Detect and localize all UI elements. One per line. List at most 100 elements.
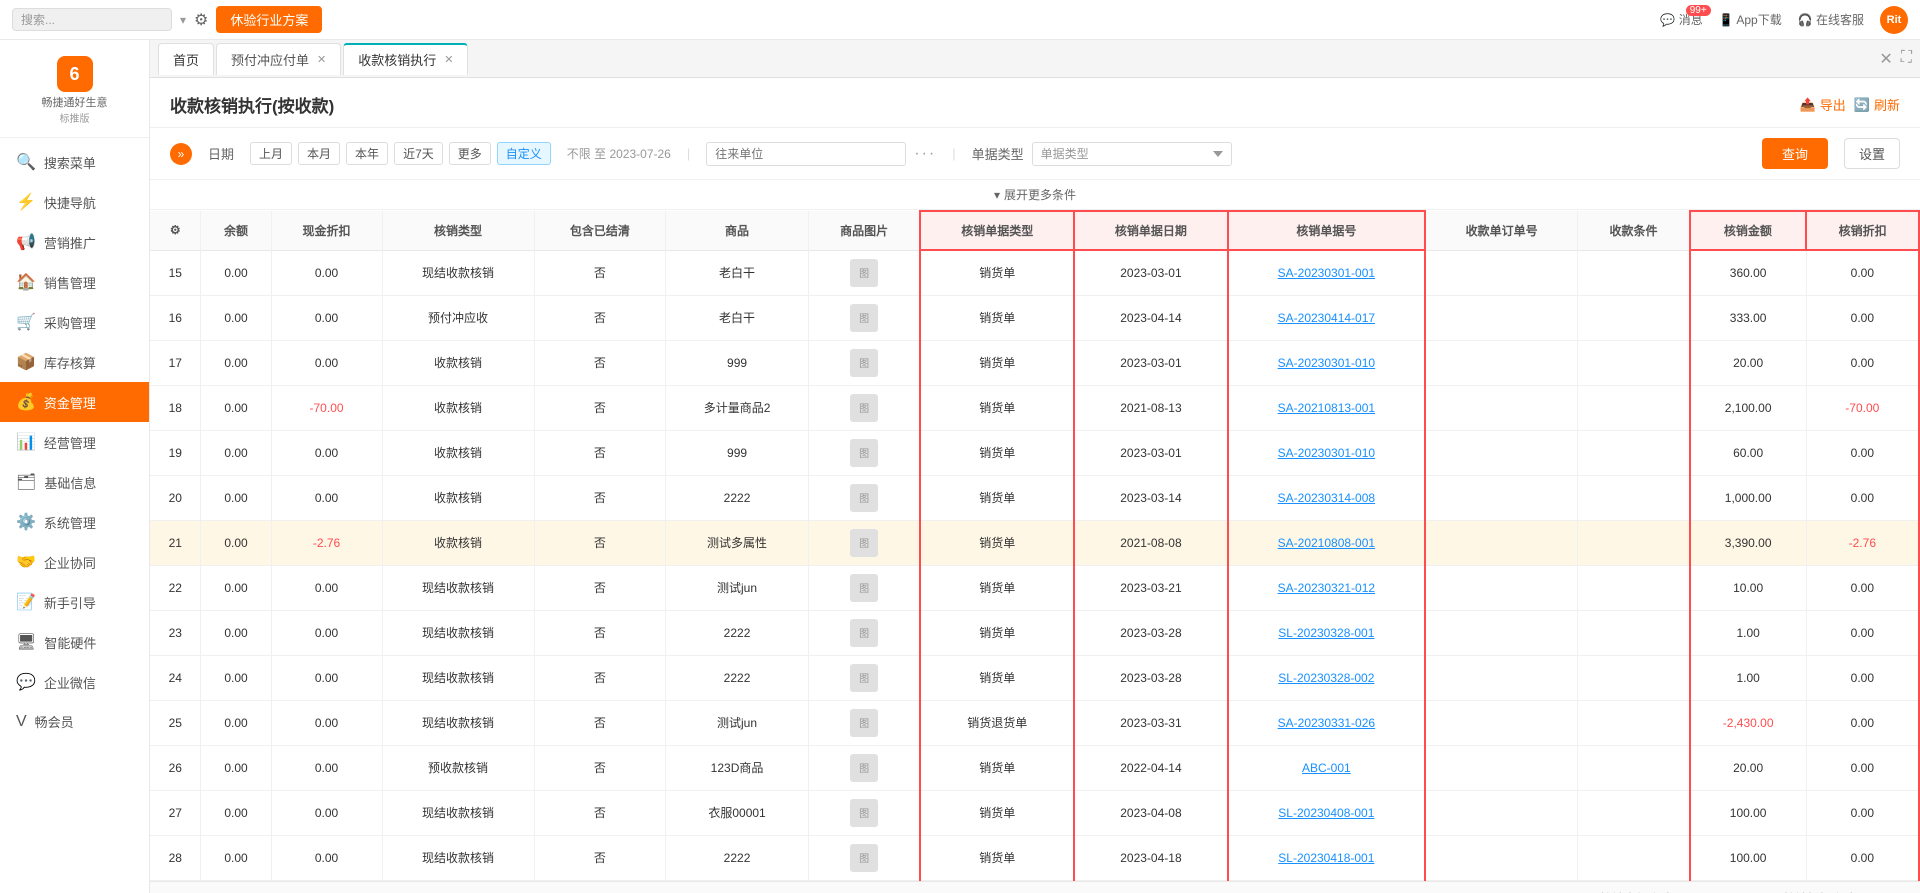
filter-date-buttons: 上月 本月 本年 近7天 更多 自定义 [250, 142, 551, 165]
cell-goods: 测试多属性 [666, 520, 809, 565]
cell-cancel_amount: 100.00 [1690, 790, 1807, 835]
table-body: 150.000.00现结收款核销否老白干图销货单2023-03-01SA-202… [150, 250, 1919, 880]
table-row: 200.000.00收款核销否2222图销货单2023-03-14SA-2023… [150, 475, 1919, 520]
sidebar-item-corp[interactable]: 🤝 企业协同 [0, 542, 149, 582]
cell-bill_no[interactable]: SA-20210813-001 [1228, 385, 1425, 430]
online-service-link[interactable]: 🎧 在线客服 [1798, 11, 1864, 28]
refresh-icon: 🔄 [1854, 97, 1870, 113]
cell-bill_date: 2022-04-14 [1074, 745, 1228, 790]
message-icon[interactable]: 💬 消息 99+ [1660, 11, 1702, 28]
cell-bill_no[interactable]: SL-20230418-001 [1228, 835, 1425, 880]
sidebar-item-marketing[interactable]: 📢 营销推广 [0, 222, 149, 262]
cell-bill_no[interactable]: SL-20230328-001 [1228, 610, 1425, 655]
date-btn-custom[interactable]: 自定义 [497, 142, 551, 165]
cell-cancel_type: 收款核销 [382, 475, 534, 520]
cell-goods: 老白干 [666, 295, 809, 340]
sidebar-item-basicinfo[interactable]: 🗂 基础信息 [0, 462, 149, 502]
cell-cancel_discount: 0.00 [1806, 475, 1919, 520]
cell-bill_no[interactable]: SL-20230328-002 [1228, 655, 1425, 700]
sidebar-item-sales[interactable]: 🏠 销售管理 [0, 262, 149, 302]
cell-bill_no[interactable]: SA-20230301-010 [1228, 340, 1425, 385]
sidebar-item-guide[interactable]: 📝 新手引导 [0, 582, 149, 622]
avatar[interactable]: Rit [1880, 6, 1908, 34]
source-dots: ··· [914, 145, 936, 163]
cell-goods: 2222 [666, 610, 809, 655]
cell-goods_img: 图 [808, 700, 920, 745]
sidebar-item-finance[interactable]: 💰 资金管理 [0, 382, 149, 422]
date-btn-this-month[interactable]: 本月 [298, 142, 340, 165]
corp-icon: 🤝 [16, 552, 36, 572]
col-header-cancel-type: 核销类型 [382, 211, 534, 250]
cell-cancel_discount: 0.00 [1806, 700, 1919, 745]
tab-expand-icon[interactable]: ⛶ [1901, 49, 1912, 69]
filter-separator: | [687, 146, 690, 161]
sidebar-item-system[interactable]: ⚙️ 系统管理 [0, 502, 149, 542]
cell-receipt_order_no [1425, 565, 1578, 610]
tab-collection[interactable]: 收款核销执行 ✕ [343, 43, 468, 75]
cell-cash_discount: 0.00 [271, 700, 382, 745]
cell-settled: 否 [534, 520, 666, 565]
wechat-icon: 💬 [16, 672, 36, 692]
tab-close-all-icon[interactable]: ✕ [1879, 49, 1892, 69]
tab-prepay[interactable]: 预付冲应付单 ✕ [216, 43, 341, 75]
cell-cancel_type: 预收款核销 [382, 745, 534, 790]
app-download-link[interactable]: 📱 App下载 [1719, 11, 1782, 28]
refresh-button[interactable]: 🔄 刷新 [1854, 95, 1900, 114]
export-button[interactable]: 📤 导出 [1800, 95, 1846, 114]
cell-bill_no[interactable]: SA-20230314-008 [1228, 475, 1425, 520]
tab-home[interactable]: 首页 [158, 43, 214, 75]
expand-more-button[interactable]: ▾ 展开更多条件 [994, 186, 1076, 203]
cell-bill_no[interactable]: SA-20230331-026 [1228, 700, 1425, 745]
cell-row_num: 17 [150, 340, 201, 385]
cell-settled: 否 [534, 745, 666, 790]
industry-btn[interactable]: 休验行业方案 [216, 6, 322, 33]
cell-row_num: 25 [150, 700, 201, 745]
tab-collection-close[interactable]: ✕ [444, 53, 453, 66]
cell-settled: 否 [534, 385, 666, 430]
cell-cash_discount: 0.00 [271, 565, 382, 610]
cell-bill_no[interactable]: SL-20230408-001 [1228, 790, 1425, 835]
tab-collection-label: 收款核销执行 [358, 50, 436, 69]
cell-settled: 否 [534, 475, 666, 520]
sidebar-item-quicknav[interactable]: ⚡ 快捷导航 [0, 182, 149, 222]
cell-goods_img: 图 [808, 835, 920, 880]
query-button[interactable]: 查询 [1762, 138, 1828, 169]
table-row: 190.000.00收款核销否999图销货单2023-03-01SA-20230… [150, 430, 1919, 475]
breadcrumb-input[interactable]: 搜索... [12, 8, 172, 31]
cell-bill_no[interactable]: ABC-001 [1228, 745, 1425, 790]
sidebar-item-wechat[interactable]: 💬 企业微信 [0, 662, 149, 702]
cell-balance: 0.00 [201, 340, 271, 385]
cell-bill_no[interactable]: SA-20230301-010 [1228, 430, 1425, 475]
cell-bill_no[interactable]: SA-20230414-017 [1228, 295, 1425, 340]
cell-bill_no[interactable]: SA-20230321-012 [1228, 565, 1425, 610]
sidebar-label-basicinfo: 基础信息 [44, 473, 96, 492]
cell-bill_no[interactable]: SA-20210808-001 [1228, 520, 1425, 565]
expand-more-bar: ▾ 展开更多条件 [150, 180, 1920, 210]
sidebar-item-purchase[interactable]: 🛒 采购管理 [0, 302, 149, 342]
date-btn-this-year[interactable]: 本年 [346, 142, 388, 165]
date-btn-last-month[interactable]: 上月 [250, 142, 292, 165]
cell-settled: 否 [534, 655, 666, 700]
settings-button[interactable]: 设置 [1844, 138, 1900, 169]
sidebar-item-member[interactable]: V 畅会员 [0, 702, 149, 741]
cell-bill_no[interactable]: SA-20230301-001 [1228, 250, 1425, 295]
cell-goods_img: 图 [808, 655, 920, 700]
sidebar-item-operations[interactable]: 📊 经营管理 [0, 422, 149, 462]
sidebar-item-inventory[interactable]: 📦 库存核算 [0, 342, 149, 382]
cell-cancel_discount: 0.00 [1806, 250, 1919, 295]
sidebar-item-hardware[interactable]: 🖥 智能硬件 [0, 622, 149, 662]
source-input[interactable] [706, 142, 906, 166]
bill-type-select[interactable]: 单据类型 [1032, 142, 1232, 166]
gear-icon[interactable]: ⚙ [194, 10, 208, 30]
filter-expand-button[interactable]: » [170, 143, 192, 165]
cell-cancel_type: 收款核销 [382, 340, 534, 385]
date-btn-more[interactable]: 更多 [449, 142, 491, 165]
cell-cancel_type: 现结收款核销 [382, 565, 534, 610]
date-btn-last-7-days[interactable]: 近7天 [394, 142, 443, 165]
col-header-balance: 余额 [201, 211, 271, 250]
cell-balance: 0.00 [201, 250, 271, 295]
tab-prepay-close[interactable]: ✕ [317, 53, 326, 66]
filter-bill-type-field: 单据类型 单据类型 [972, 142, 1232, 166]
sidebar-item-search[interactable]: 🔍 搜索菜单 [0, 142, 149, 182]
system-icon: ⚙️ [16, 512, 36, 532]
